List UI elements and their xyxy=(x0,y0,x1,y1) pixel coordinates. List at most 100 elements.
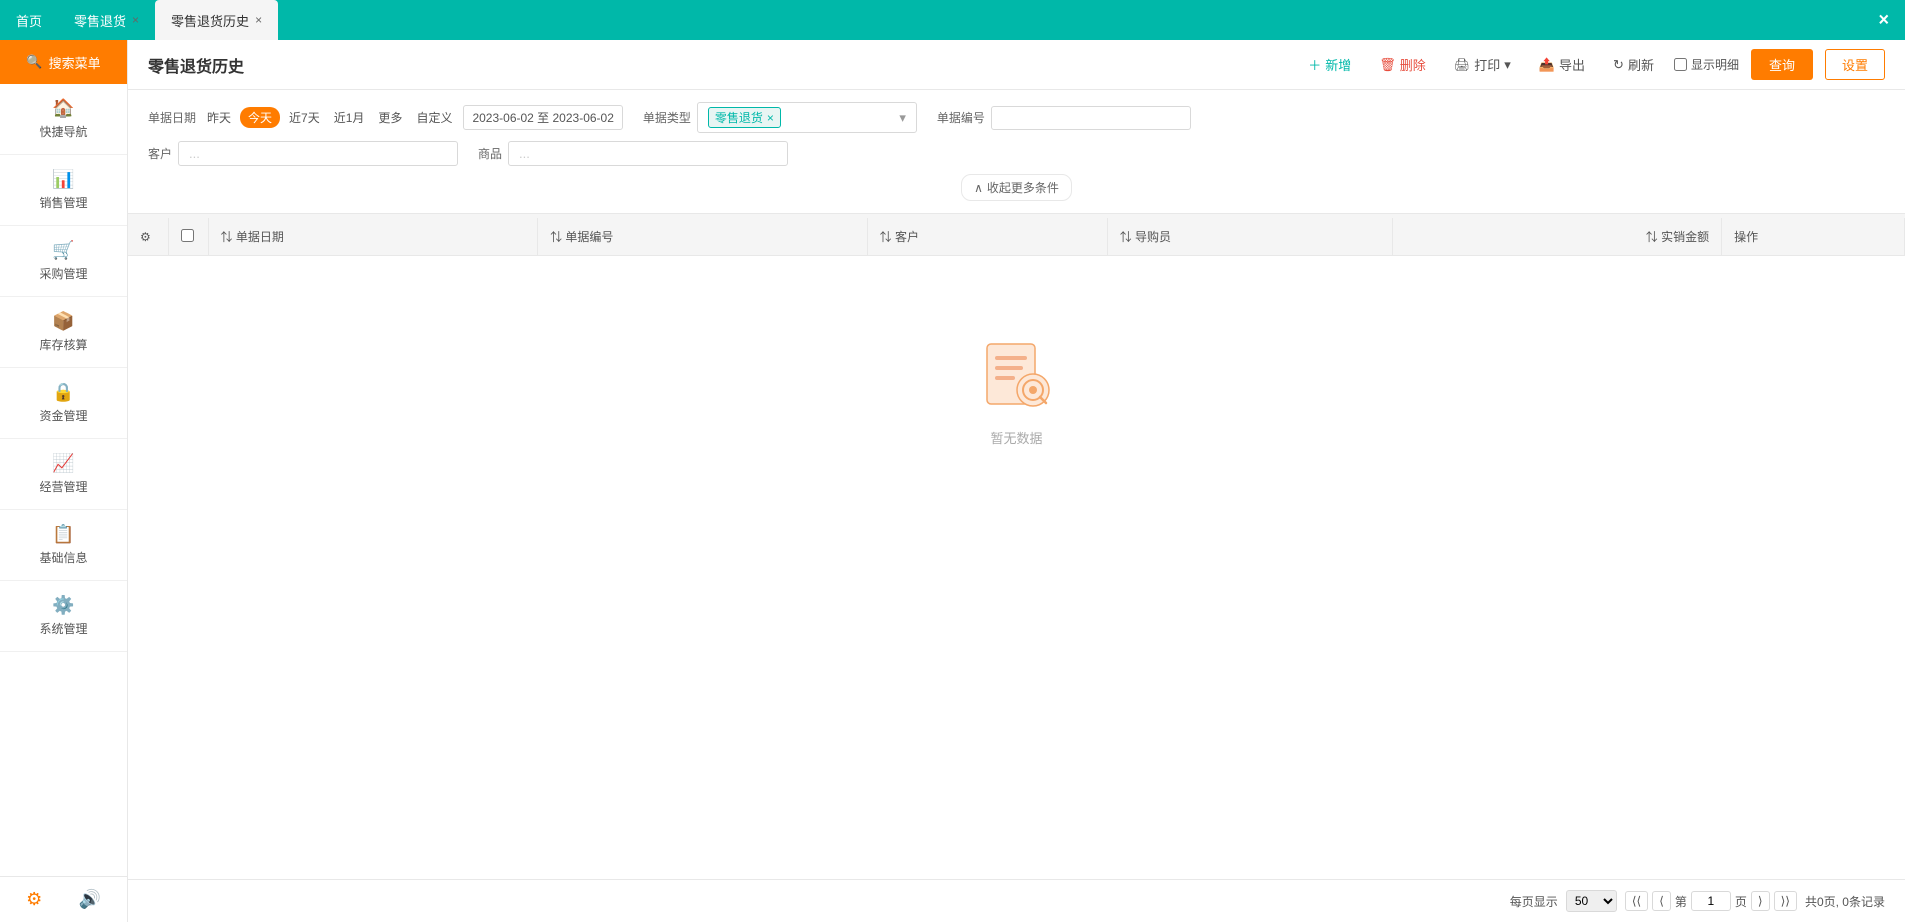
date-btn-1month[interactable]: 近1月 xyxy=(329,107,370,128)
finance-icon: 🔒 xyxy=(52,382,74,403)
sidebar-item-base-info[interactable]: 📋 基础信息 xyxy=(0,510,127,581)
sidebar-item-sales[interactable]: 📊 销售管理 xyxy=(0,155,127,226)
sidebar-item-operations[interactable]: 📈 经营管理 xyxy=(0,439,127,510)
export-icon: 📤 xyxy=(1539,57,1555,73)
layout: 🔍 搜索菜单 🏠 快捷导航 📊 销售管理 🛒 采购管理 📦 库存核算 🔒 资金管… xyxy=(0,40,1905,922)
sidebar-item-finance[interactable]: 🔒 资金管理 xyxy=(0,368,127,439)
th-date[interactable]: ⇅ 单据日期 xyxy=(208,218,538,256)
print-arrow-icon: ▾ xyxy=(1504,57,1511,73)
settings-icon[interactable]: ⚙ xyxy=(140,230,151,244)
show-detail-input[interactable] xyxy=(1674,58,1687,71)
page-title: 零售退货历史 xyxy=(148,53,244,77)
refresh-label: 刷新 xyxy=(1628,55,1654,74)
voucher-type-remove[interactable]: × xyxy=(767,111,774,125)
goods-select[interactable]: ... xyxy=(508,141,788,166)
filter-row-1: 单据日期 昨天 今天 近7天 近1月 更多 自定义 2023-06-02 至 2… xyxy=(148,102,1885,133)
date-btn-more[interactable]: 更多 xyxy=(373,107,407,128)
sidebar-item-system[interactable]: ⚙️ 系统管理 xyxy=(0,581,127,652)
quick-nav-icon: 🏠 xyxy=(52,98,74,119)
sidebar-search-label: 搜索菜单 xyxy=(49,53,101,72)
new-icon: ＋ xyxy=(1308,55,1321,74)
filter-area: 单据日期 昨天 今天 近7天 近1月 更多 自定义 2023-06-02 至 2… xyxy=(128,90,1905,214)
date-btn-yesterday[interactable]: 昨天 xyxy=(202,107,236,128)
delete-button[interactable]: 🗑 删除 xyxy=(1371,51,1434,78)
th-amount-label: ⇅ 实销金额 xyxy=(1646,230,1709,244)
date-btn-7days[interactable]: 近7天 xyxy=(284,107,325,128)
th-guide[interactable]: ⇅ 导购员 xyxy=(1107,218,1392,256)
th-action-label: 操作 xyxy=(1734,230,1758,244)
tab-retail-return-history[interactable]: 零售退货历史 × xyxy=(155,0,278,40)
show-detail-checkbox[interactable]: 显示明细 xyxy=(1674,56,1739,73)
date-btns: 昨天 今天 近7天 近1月 更多 自定义 xyxy=(202,107,457,128)
tab-retail-return[interactable]: 零售退货 × xyxy=(58,0,155,40)
collapse-label: 收起更多条件 xyxy=(987,179,1059,196)
query-button[interactable]: 查询 xyxy=(1751,49,1813,80)
first-page-btn[interactable]: ⟨⟨ xyxy=(1625,891,1648,911)
pagination-bar: 每页显示 20 50 100 ⟨⟨ ⟨ 第 页 ⟩ ⟩⟩ 共0页, 0条记录 xyxy=(128,879,1905,922)
tab-retail-return-close[interactable]: × xyxy=(132,13,139,27)
sidebar-item-quick-nav[interactable]: 🏠 快捷导航 xyxy=(0,84,127,155)
new-button[interactable]: ＋ 新增 xyxy=(1300,51,1359,78)
customer-select[interactable]: ... xyxy=(178,141,458,166)
voucher-no-input[interactable] xyxy=(991,106,1191,130)
main-content: 零售退货历史 ＋ 新增 🗑 删除 🖨 打印 ▾ 📤 导出 xyxy=(128,40,1905,922)
tab-retail-return-history-close[interactable]: × xyxy=(255,13,262,27)
print-icon: 🖨 xyxy=(1454,57,1471,73)
delete-label: 删除 xyxy=(1400,55,1426,74)
settings-button[interactable]: 设置 xyxy=(1825,49,1885,80)
sidebar-item-purchase[interactable]: 🛒 采购管理 xyxy=(0,226,127,297)
th-guide-label: ⇅ 导购员 xyxy=(1120,230,1171,244)
date-range-value[interactable]: 2023-06-02 至 2023-06-02 xyxy=(463,105,622,130)
select-all-checkbox[interactable] xyxy=(181,229,194,242)
voucher-type-label: 单据类型 xyxy=(643,109,691,126)
per-page-select[interactable]: 20 50 100 xyxy=(1566,890,1617,912)
table-header-row: ⚙ ⇅ 单据日期 ⇅ 单据编号 ⇅ 客户 xyxy=(128,218,1905,256)
total-text: 共0页, 0条记录 xyxy=(1805,893,1885,910)
print-label: 打印 xyxy=(1474,55,1500,74)
th-customer[interactable]: ⇅ 客户 xyxy=(867,218,1107,256)
date-btn-today[interactable]: 今天 xyxy=(240,107,280,128)
tab-retail-return-history-label: 零售退货历史 xyxy=(171,11,249,30)
date-btn-custom[interactable]: 自定义 xyxy=(411,107,457,128)
filter-row-2: 客户 ... 商品 ... xyxy=(148,141,1885,166)
operations-icon: 📈 xyxy=(52,453,74,474)
per-page-label: 每页显示 xyxy=(1510,893,1558,910)
settings-bottom-icon[interactable]: ⚙ xyxy=(26,889,42,910)
goods-ellipsis: ... xyxy=(519,146,530,161)
voucher-type-tag-text: 零售退货 xyxy=(715,109,763,126)
sales-icon: 📊 xyxy=(52,169,74,190)
filter-voucher-type: 单据类型 零售退货 × ▾ xyxy=(643,102,917,133)
base-info-icon: 📋 xyxy=(52,524,74,545)
sidebar: 🔍 搜索菜单 🏠 快捷导航 📊 销售管理 🛒 采购管理 📦 库存核算 🔒 资金管… xyxy=(0,40,128,922)
purchase-icon: 🛒 xyxy=(52,240,74,261)
sidebar-item-inventory[interactable]: 📦 库存核算 xyxy=(0,297,127,368)
prev-page-btn[interactable]: ⟨ xyxy=(1652,891,1671,911)
filter-date: 单据日期 昨天 今天 近7天 近1月 更多 自定义 2023-06-02 至 2… xyxy=(148,105,623,130)
customer-label: 客户 xyxy=(148,145,172,162)
sidebar-search[interactable]: 🔍 搜索菜单 xyxy=(0,40,127,84)
refresh-button[interactable]: ↻ 刷新 xyxy=(1605,51,1662,78)
th-action: 操作 xyxy=(1722,218,1905,256)
page-input[interactable] xyxy=(1691,891,1731,911)
th-amount[interactable]: ⇅ 实销金额 xyxy=(1392,218,1722,256)
page-label: 第 xyxy=(1675,893,1687,910)
th-no[interactable]: ⇅ 单据编号 xyxy=(538,218,868,256)
date-label: 单据日期 xyxy=(148,109,196,126)
export-button[interactable]: 📤 导出 xyxy=(1531,51,1593,78)
data-table: ⚙ ⇅ 单据日期 ⇅ 单据编号 ⇅ 客户 xyxy=(128,218,1905,256)
last-page-btn[interactable]: ⟩⟩ xyxy=(1774,891,1797,911)
voucher-type-tag: 零售退货 × xyxy=(708,107,781,128)
tab-home[interactable]: 首页 xyxy=(0,0,58,40)
refresh-icon: ↻ xyxy=(1613,57,1624,73)
next-page-btn[interactable]: ⟩ xyxy=(1751,891,1770,911)
th-check[interactable] xyxy=(168,218,208,256)
system-icon: ⚙️ xyxy=(52,595,74,616)
volume-icon[interactable]: 🔊 xyxy=(78,889,100,910)
empty-icon xyxy=(977,336,1057,416)
sidebar-item-base-info-label: 基础信息 xyxy=(39,549,87,566)
th-settings[interactable]: ⚙ xyxy=(128,218,168,256)
collapse-btn[interactable]: ∧ 收起更多条件 xyxy=(961,174,1072,201)
voucher-type-select[interactable]: 零售退货 × ▾ xyxy=(697,102,917,133)
window-close-btn[interactable]: × xyxy=(1878,10,1889,31)
print-button[interactable]: 🖨 打印 ▾ xyxy=(1446,51,1519,78)
